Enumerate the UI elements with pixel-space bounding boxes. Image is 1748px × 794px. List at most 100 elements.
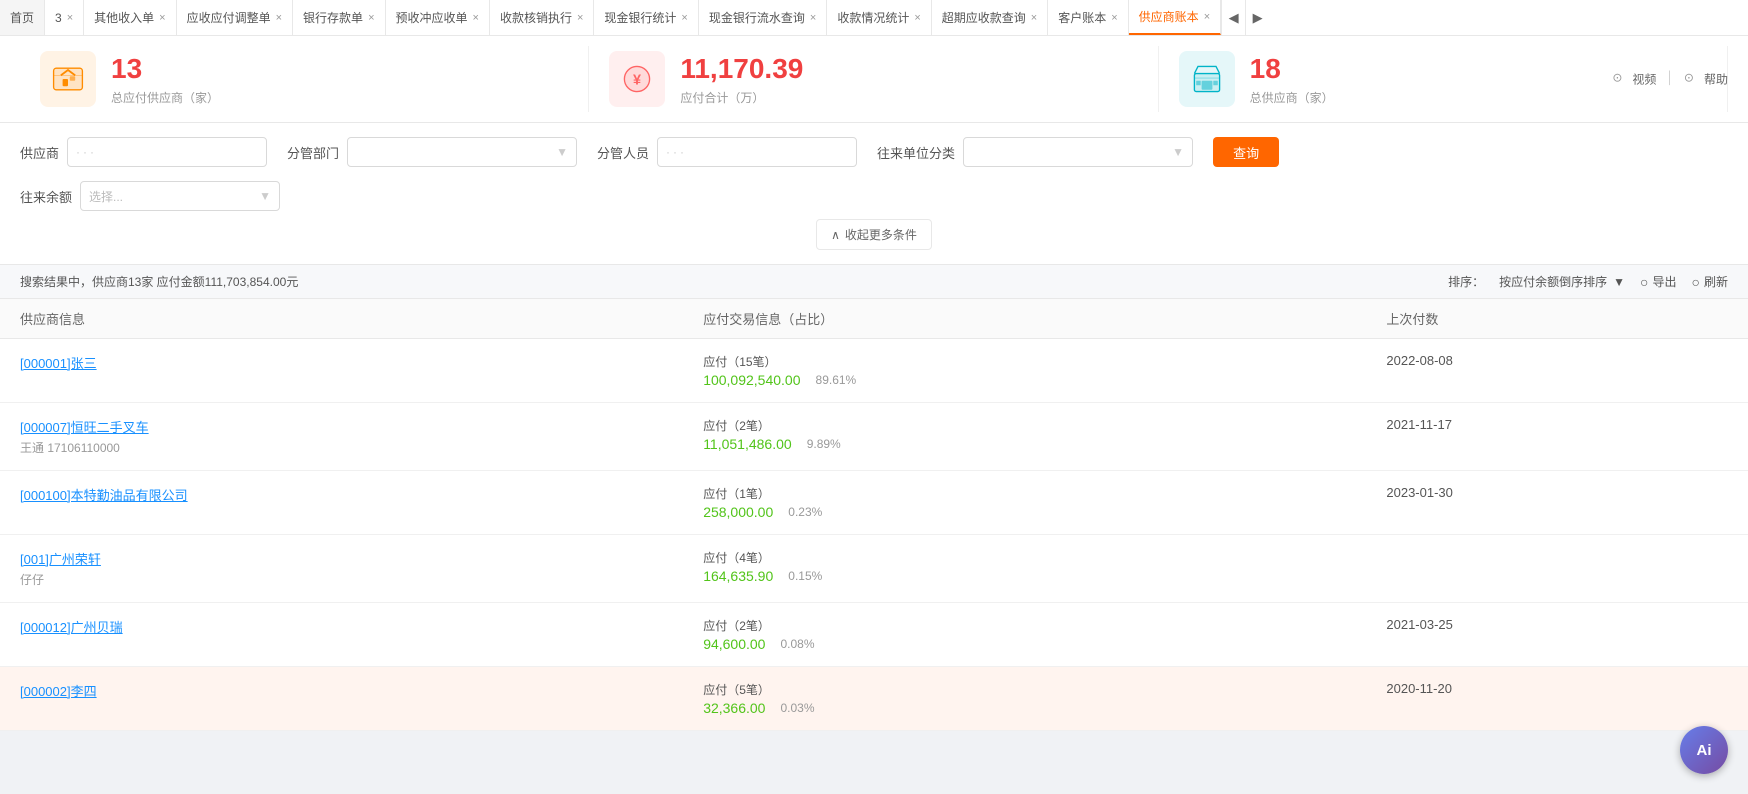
sort-value: 按应付余额倒序排序 bbox=[1499, 273, 1607, 290]
filter-item-supplier: 供应商 ··· bbox=[20, 137, 267, 167]
close-tab-overdue-collect[interactable]: × bbox=[1031, 12, 1037, 24]
filter-item-query: 查询 bbox=[1213, 137, 1279, 167]
video-link[interactable]: 视频 bbox=[1632, 71, 1656, 88]
nav-tab-ap-adjust[interactable]: 应收应付调整单 × bbox=[177, 0, 293, 35]
category-filter-select[interactable]: ▼ bbox=[963, 137, 1193, 167]
supplier-cell-3: [000100]本特勤油品有限公司 bbox=[20, 485, 703, 504]
help-icon: ⊙ bbox=[1684, 71, 1694, 88]
supplier-link-1[interactable]: [000001]张三 bbox=[20, 353, 703, 372]
nav-tab-3[interactable]: 3 × bbox=[45, 0, 84, 35]
trade-percent-2: 9.89% bbox=[807, 437, 841, 451]
trade-cell-3: 应付（1笔） 258,000.00 0.23% bbox=[703, 485, 1386, 520]
dept-filter-select[interactable]: ▼ bbox=[347, 137, 577, 167]
person-filter-label: 分管人员 bbox=[597, 143, 649, 162]
video-icon: ⊙ bbox=[1612, 71, 1622, 88]
close-tab-prepay-collect[interactable]: × bbox=[473, 12, 479, 24]
filter-item-balance: 往来余额 选择... ▼ bbox=[20, 181, 280, 211]
trade-percent-3: 0.23% bbox=[788, 505, 822, 519]
payment-cell-1: 2022-08-08 bbox=[1386, 353, 1728, 368]
category-chevron-icon: ▼ bbox=[1172, 145, 1184, 159]
nav-prev-arrow[interactable]: ◀ bbox=[1221, 0, 1245, 35]
nav-tab-cash-bank-stat[interactable]: 现金银行统计 × bbox=[594, 0, 698, 35]
dept-chevron-icon: ▼ bbox=[556, 145, 568, 159]
top-nav: 首页 3 × 其他收入单 × 应收应付调整单 × 银行存款单 × 预收冲应收单 … bbox=[0, 0, 1748, 36]
refresh-button[interactable]: ○ 刷新 bbox=[1692, 273, 1728, 290]
supplier-link-4[interactable]: [001]广州荣轩 bbox=[20, 549, 703, 568]
close-tab-collect-stat[interactable]: × bbox=[914, 12, 920, 24]
ai-button[interactable]: Ai bbox=[1680, 726, 1728, 774]
trade-amount-1[interactable]: 100,092,540.00 bbox=[703, 372, 800, 388]
supplier-cell-6: [000002]李四 bbox=[20, 681, 703, 700]
last-payment-2: 2021-11-17 bbox=[1386, 417, 1452, 432]
supplier-link-5[interactable]: [000012]广州贝瑞 bbox=[20, 617, 703, 636]
supplier-cell-2: [000007]恒旺二手叉车 王通 17106110000 bbox=[20, 417, 703, 456]
trade-amount-2[interactable]: 11,051,486.00 bbox=[703, 436, 792, 452]
close-tab-cash-bank-flow[interactable]: × bbox=[810, 12, 816, 24]
sort-select[interactable]: 按应付余额倒序排序 ▼ bbox=[1499, 273, 1625, 290]
trade-cell-5: 应付（2笔） 94,600.00 0.08% bbox=[703, 617, 1386, 652]
col-trade-info: 应付交易信息（占比） bbox=[703, 309, 1386, 328]
close-tab-collect-exec[interactable]: × bbox=[577, 12, 583, 24]
result-bar: 搜索结果中，供应商13家 应付金额111,703,854.00元 排序： 按应付… bbox=[0, 265, 1748, 299]
category-filter-label: 往来单位分类 bbox=[877, 143, 955, 162]
export-button[interactable]: ○ 导出 bbox=[1640, 273, 1676, 290]
supplier-count-label: 总应付供应商（家） bbox=[111, 89, 219, 106]
supplier-count: 13 bbox=[111, 52, 219, 86]
payable-icon: ¥ bbox=[609, 51, 665, 107]
nav-tab-customer-account[interactable]: 客户账本 × bbox=[1048, 0, 1128, 35]
nav-tab-prepay-collect[interactable]: 预收冲应收单 × bbox=[386, 0, 490, 35]
close-tab-ap-adjust[interactable]: × bbox=[276, 12, 282, 24]
help-link[interactable]: 帮助 bbox=[1704, 71, 1728, 88]
last-payment-3: 2023-01-30 bbox=[1386, 485, 1453, 500]
close-tab-cash-bank-stat[interactable]: × bbox=[681, 12, 687, 24]
supplier-sub-4: 仔仔 bbox=[20, 571, 703, 588]
table-header: 供应商信息 应付交易信息（占比） 上次付数 bbox=[0, 299, 1748, 339]
trade-label-1: 应付（15笔） bbox=[703, 353, 776, 370]
payment-cell-6: 2020-11-20 bbox=[1386, 681, 1728, 696]
filter-item-dept: 分管部门 ▼ bbox=[287, 137, 577, 167]
close-tab-supplier-account[interactable]: × bbox=[1204, 11, 1210, 23]
trade-cell-1: 应付（15笔） 100,092,540.00 89.61% bbox=[703, 353, 1386, 388]
supplier-link-6[interactable]: [000002]李四 bbox=[20, 681, 703, 700]
svg-text:¥: ¥ bbox=[633, 72, 641, 88]
collapse-button[interactable]: ∧ 收起更多条件 bbox=[816, 219, 932, 250]
nav-tab-supplier-account[interactable]: 供应商账本 × bbox=[1129, 0, 1221, 35]
nav-next-arrow[interactable]: ▶ bbox=[1245, 0, 1269, 35]
result-summary-text: 搜索结果中，供应商13家 应付金额111,703,854.00元 bbox=[20, 273, 298, 290]
nav-tab-home[interactable]: 首页 bbox=[0, 0, 45, 35]
sort-chevron-icon: ▼ bbox=[1613, 275, 1625, 289]
main-table: 供应商信息 应付交易信息（占比） 上次付数 [000001]张三 应付（15笔）… bbox=[0, 299, 1748, 731]
nav-tab-overdue-collect[interactable]: 超期应收款查询 × bbox=[932, 0, 1048, 35]
supplier-link-3[interactable]: [000100]本特勤油品有限公司 bbox=[20, 485, 703, 504]
trade-label-5: 应付（2笔） bbox=[703, 617, 770, 634]
balance-filter-select[interactable]: 选择... ▼ bbox=[80, 181, 280, 211]
person-filter-input[interactable]: ··· bbox=[657, 137, 857, 167]
supplier-link-2[interactable]: [000007]恒旺二手叉车 bbox=[20, 417, 703, 436]
nav-tab-collect-stat[interactable]: 收款情况统计 × bbox=[827, 0, 931, 35]
nav-tab-collect-exec[interactable]: 收款核销执行 × bbox=[490, 0, 594, 35]
trade-amount-5[interactable]: 94,600.00 bbox=[703, 636, 765, 652]
close-tab-other-income[interactable]: × bbox=[159, 12, 165, 24]
nav-tab-bank-deposit[interactable]: 银行存款单 × bbox=[293, 0, 385, 35]
close-tab-3[interactable]: × bbox=[67, 12, 73, 24]
trade-amount-3[interactable]: 258,000.00 bbox=[703, 504, 773, 520]
trade-amount-4[interactable]: 164,635.90 bbox=[703, 568, 773, 584]
filter-row-2: 往来余额 选择... ▼ bbox=[20, 181, 1728, 211]
supplier-filter-input[interactable]: ··· bbox=[67, 137, 267, 167]
nav-tab-other-income[interactable]: 其他收入单 × bbox=[84, 0, 176, 35]
col-supplier-info: 供应商信息 bbox=[20, 309, 703, 328]
payment-cell-2: 2021-11-17 bbox=[1386, 417, 1728, 432]
card-info-total-suppliers: 18 总供应商（家） bbox=[1250, 52, 1334, 107]
payment-cell-5: 2021-03-25 bbox=[1386, 617, 1728, 632]
balance-filter-label: 往来余额 bbox=[20, 187, 72, 206]
collapse-chevron-icon: ∧ bbox=[831, 228, 840, 242]
payment-cell-3: 2023-01-30 bbox=[1386, 485, 1728, 500]
close-tab-bank-deposit[interactable]: × bbox=[368, 12, 374, 24]
close-tab-customer-account[interactable]: × bbox=[1111, 12, 1117, 24]
supplier-cell-4: [001]广州荣轩 仔仔 bbox=[20, 549, 703, 588]
supplier-input-placeholder: ··· bbox=[76, 145, 97, 159]
trade-amount-6[interactable]: 32,366.00 bbox=[703, 700, 765, 716]
query-button[interactable]: 查询 bbox=[1213, 137, 1279, 167]
nav-tab-cash-bank-flow[interactable]: 现金银行流水查询 × bbox=[699, 0, 827, 35]
balance-chevron-icon: ▼ bbox=[259, 189, 271, 203]
